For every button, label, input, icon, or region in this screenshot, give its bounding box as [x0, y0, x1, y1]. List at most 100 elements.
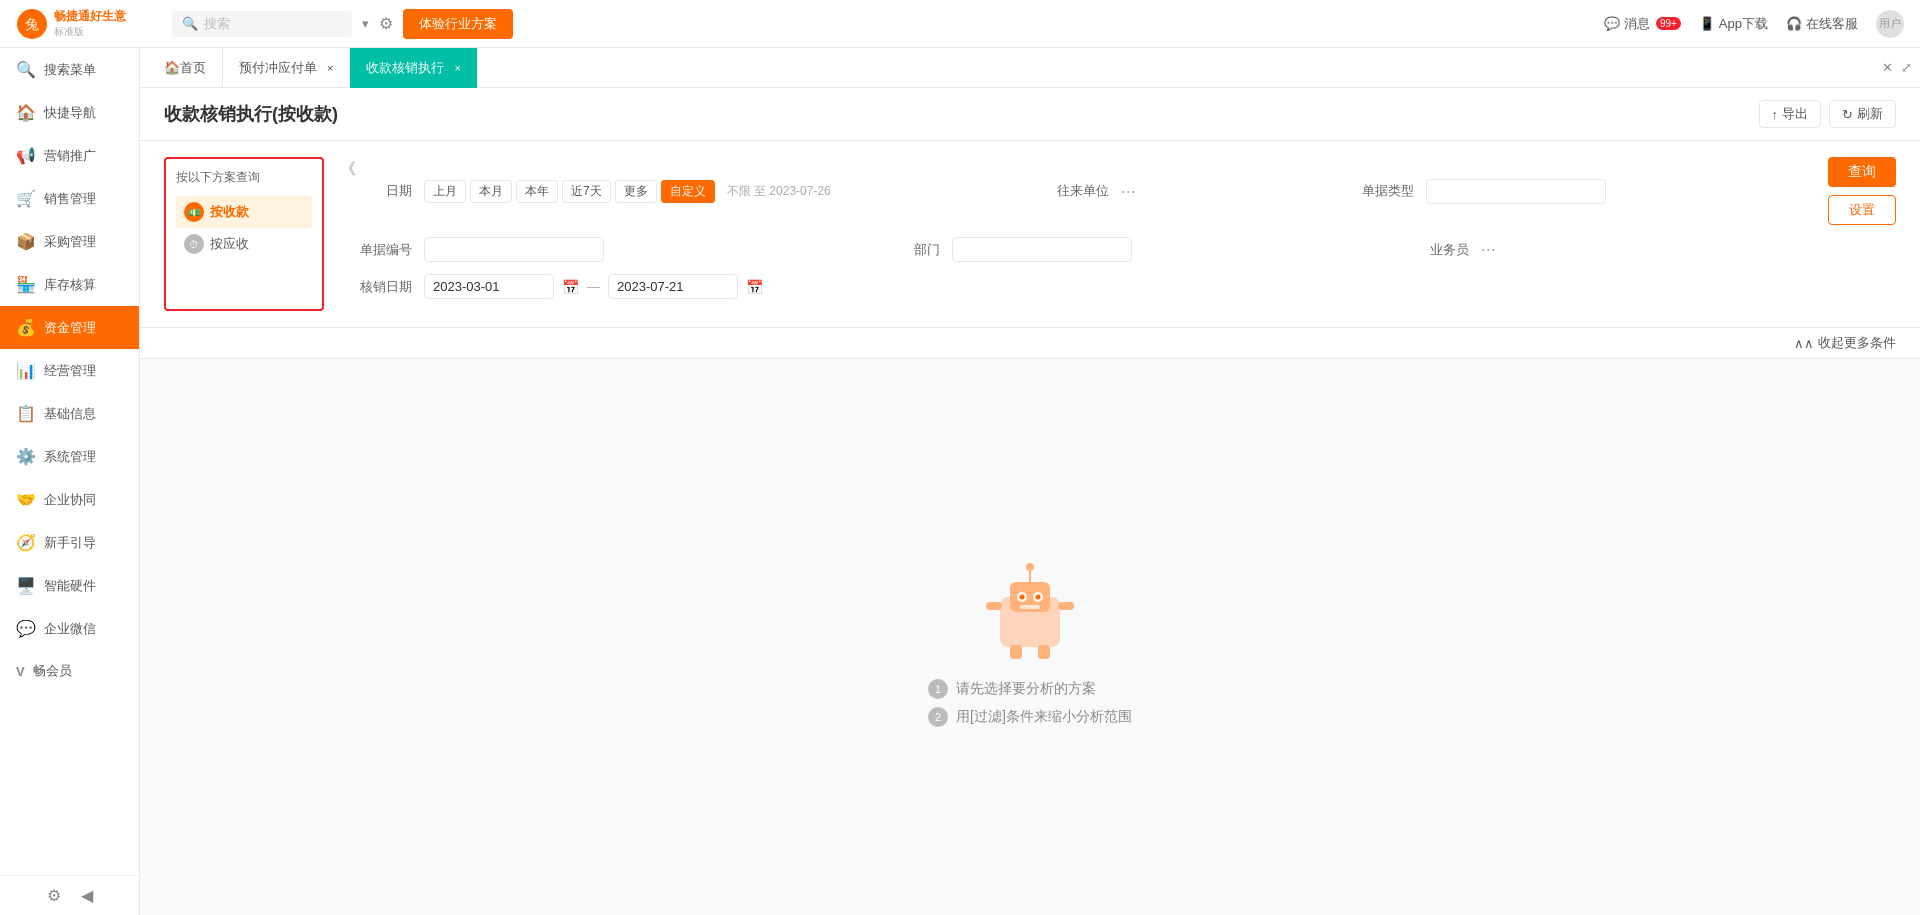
layout: 🔍 搜索菜单 🏠 快捷导航 📢 营销推广 🛒 销售管理 📦 采购管理 🏪 库存核…	[0, 48, 1920, 915]
sidebar-item-label: 系统管理	[44, 448, 96, 466]
dept-label: 部门	[884, 241, 940, 259]
industry-btn[interactable]: 体验行业方案	[403, 9, 513, 39]
marketing-icon: 📢	[16, 146, 36, 165]
empty-state: 1 请先选择要分析的方案 2 用[过滤]条件来缩小分析范围	[140, 359, 1920, 915]
home-icon: 🏠	[164, 60, 180, 75]
topbar-search[interactable]: 🔍 搜索	[172, 11, 352, 37]
tab-prepay[interactable]: 预付冲应付单 ×	[223, 48, 350, 88]
topbar-center: 🔍 搜索 ▾ ⚙ 体验行业方案	[156, 9, 1604, 39]
unit-input-dots[interactable]: ···	[1121, 181, 1136, 202]
filter-option-by-receivable[interactable]: ⏱ 按应收	[176, 228, 312, 260]
verify-date-start-input[interactable]	[424, 274, 554, 299]
sidebar-item-operations[interactable]: 📊 经营管理	[0, 349, 139, 392]
collapse-more-label: 收起更多条件	[1818, 334, 1896, 352]
filter-collapse-btn[interactable]: 《	[340, 157, 356, 311]
message-item[interactable]: 💬 消息 99+	[1604, 15, 1681, 33]
date-btn-this-year[interactable]: 本年	[516, 180, 558, 203]
tab-receivable-close[interactable]: ×	[454, 62, 460, 74]
page-actions: ↑ 导出 ↻ 刷新	[1759, 100, 1897, 128]
dept-select-wrapper	[952, 237, 1132, 262]
collapse-icon: 《	[340, 159, 356, 180]
sidebar-item-hardware[interactable]: 🖥️ 智能硬件	[0, 564, 139, 607]
sidebar-item-search-menu[interactable]: 🔍 搜索菜单	[0, 48, 139, 91]
sidebar-item-marketing[interactable]: 📢 营销推广	[0, 134, 139, 177]
svg-rect-12	[1058, 602, 1074, 610]
tab-expand-icon[interactable]: ⤢	[1901, 60, 1912, 75]
dept-select[interactable]	[952, 237, 1132, 262]
sidebar-item-system[interactable]: ⚙️ 系统管理	[0, 435, 139, 478]
hint-text-1: 请先选择要分析的方案	[956, 680, 1096, 698]
bill-no-label: 单据编号	[356, 241, 412, 259]
svg-rect-8	[1020, 605, 1040, 609]
sidebar-item-basic-info[interactable]: 📋 基础信息	[0, 392, 139, 435]
sidebar-collapse-icon[interactable]: ◀	[81, 886, 93, 905]
content-area: 按以下方案查询 💵 按收款 ⏱ 按应收 《	[140, 141, 1920, 915]
date-btn-this-month[interactable]: 本月	[470, 180, 512, 203]
query-btn[interactable]: 查询	[1828, 157, 1896, 187]
sidebar: 🔍 搜索菜单 🏠 快捷导航 📢 营销推广 🛒 销售管理 📦 采购管理 🏪 库存核…	[0, 48, 140, 915]
filter-settings-btn[interactable]: 设置	[1828, 195, 1896, 225]
search-icon: 🔍	[182, 16, 198, 31]
topbar: 兔 畅捷通好生意 标准版 🔍 搜索 ▾ ⚙ 体验行业方案 💬 消息 99+ 📱 …	[0, 0, 1920, 48]
svg-rect-11	[986, 602, 1002, 610]
staff-label: 业务员	[1413, 241, 1469, 259]
filter-sidebar-title: 按以下方案查询	[176, 169, 312, 186]
refresh-icon: ↻	[1842, 107, 1853, 122]
tab-home[interactable]: 🏠 首页	[148, 48, 223, 88]
date-btn-more[interactable]: 更多	[615, 180, 657, 203]
collapse-more-bar: ∧∧ 收起更多条件	[140, 328, 1920, 359]
date-btn-7days[interactable]: 近7天	[562, 180, 611, 203]
app-download-label: App下载	[1719, 15, 1768, 33]
sidebar-item-sales[interactable]: 🛒 销售管理	[0, 177, 139, 220]
hint-text-2: 用[过滤]条件来缩小分析范围	[956, 708, 1132, 726]
sidebar-item-wechat[interactable]: 💬 企业微信	[0, 607, 139, 650]
user-avatar[interactable]: 用户	[1876, 10, 1904, 38]
refresh-label: 刷新	[1857, 105, 1883, 123]
export-icon: ↑	[1772, 107, 1779, 122]
online-service-item[interactable]: 🎧 在线客服	[1786, 15, 1858, 33]
sidebar-item-label: 基础信息	[44, 405, 96, 423]
sidebar-item-label: 畅会员	[33, 662, 72, 680]
sidebar-item-member[interactable]: V 畅会员	[0, 650, 139, 692]
filter-option-by-payment[interactable]: 💵 按收款	[176, 196, 312, 228]
verify-date-end-calendar-icon[interactable]: 📅	[746, 279, 763, 295]
sidebar-item-label: 营销推广	[44, 147, 96, 165]
date-btn-custom[interactable]: 自定义	[661, 180, 715, 203]
svg-rect-13	[1010, 645, 1022, 659]
bill-no-input[interactable]	[424, 237, 604, 262]
by-receivable-label: 按应收	[210, 235, 249, 253]
sidebar-item-purchase[interactable]: 📦 采购管理	[0, 220, 139, 263]
bill-type-select[interactable]	[1426, 179, 1606, 204]
empty-illustration	[970, 547, 1090, 667]
sidebar-item-guide[interactable]: 🧭 新手引导	[0, 521, 139, 564]
svg-point-7	[1036, 595, 1041, 600]
filter-row-2: 单据编号 部门 业务员 ···	[356, 237, 1896, 262]
tab-prepay-close[interactable]: ×	[327, 62, 333, 74]
sidebar-item-inventory[interactable]: 🏪 库存核算	[0, 263, 139, 306]
sidebar-settings-icon[interactable]: ⚙	[47, 886, 61, 905]
tab-receivable[interactable]: 收款核销执行 ×	[350, 48, 477, 88]
verify-date-label: 核销日期	[356, 278, 412, 296]
sidebar-item-enterprise[interactable]: 🤝 企业协同	[0, 478, 139, 521]
date-hint: 不限 至 2023-07-26	[727, 183, 831, 200]
app-download-item[interactable]: 📱 App下载	[1699, 15, 1768, 33]
topbar-chevron-icon[interactable]: ▾	[362, 16, 369, 31]
topbar-gear-icon[interactable]: ⚙	[379, 14, 393, 33]
hardware-icon: 🖥️	[16, 576, 36, 595]
page-title: 收款核销执行(按收款)	[164, 102, 338, 126]
export-btn[interactable]: ↑ 导出	[1759, 100, 1822, 128]
sidebar-item-quick-nav[interactable]: 🏠 快捷导航	[0, 91, 139, 134]
verify-date-start-calendar-icon[interactable]: 📅	[562, 279, 579, 295]
refresh-btn[interactable]: ↻ 刷新	[1829, 100, 1896, 128]
unit-label: 往来单位	[1053, 182, 1109, 200]
collapse-more-btn[interactable]: ∧∧ 收起更多条件	[1794, 334, 1896, 352]
logo-subtext: 标准版	[54, 25, 126, 39]
staff-input-dots[interactable]: ···	[1481, 239, 1496, 260]
sidebar-item-label: 快捷导航	[44, 104, 96, 122]
bill-type-select-wrapper	[1426, 179, 1606, 204]
tab-prepay-label: 预付冲应付单	[239, 59, 317, 77]
tab-close-all-icon[interactable]: ✕	[1882, 60, 1893, 75]
sidebar-item-finance[interactable]: 💰 资金管理	[0, 306, 139, 349]
date-btn-last-month[interactable]: 上月	[424, 180, 466, 203]
verify-date-end-input[interactable]	[608, 274, 738, 299]
